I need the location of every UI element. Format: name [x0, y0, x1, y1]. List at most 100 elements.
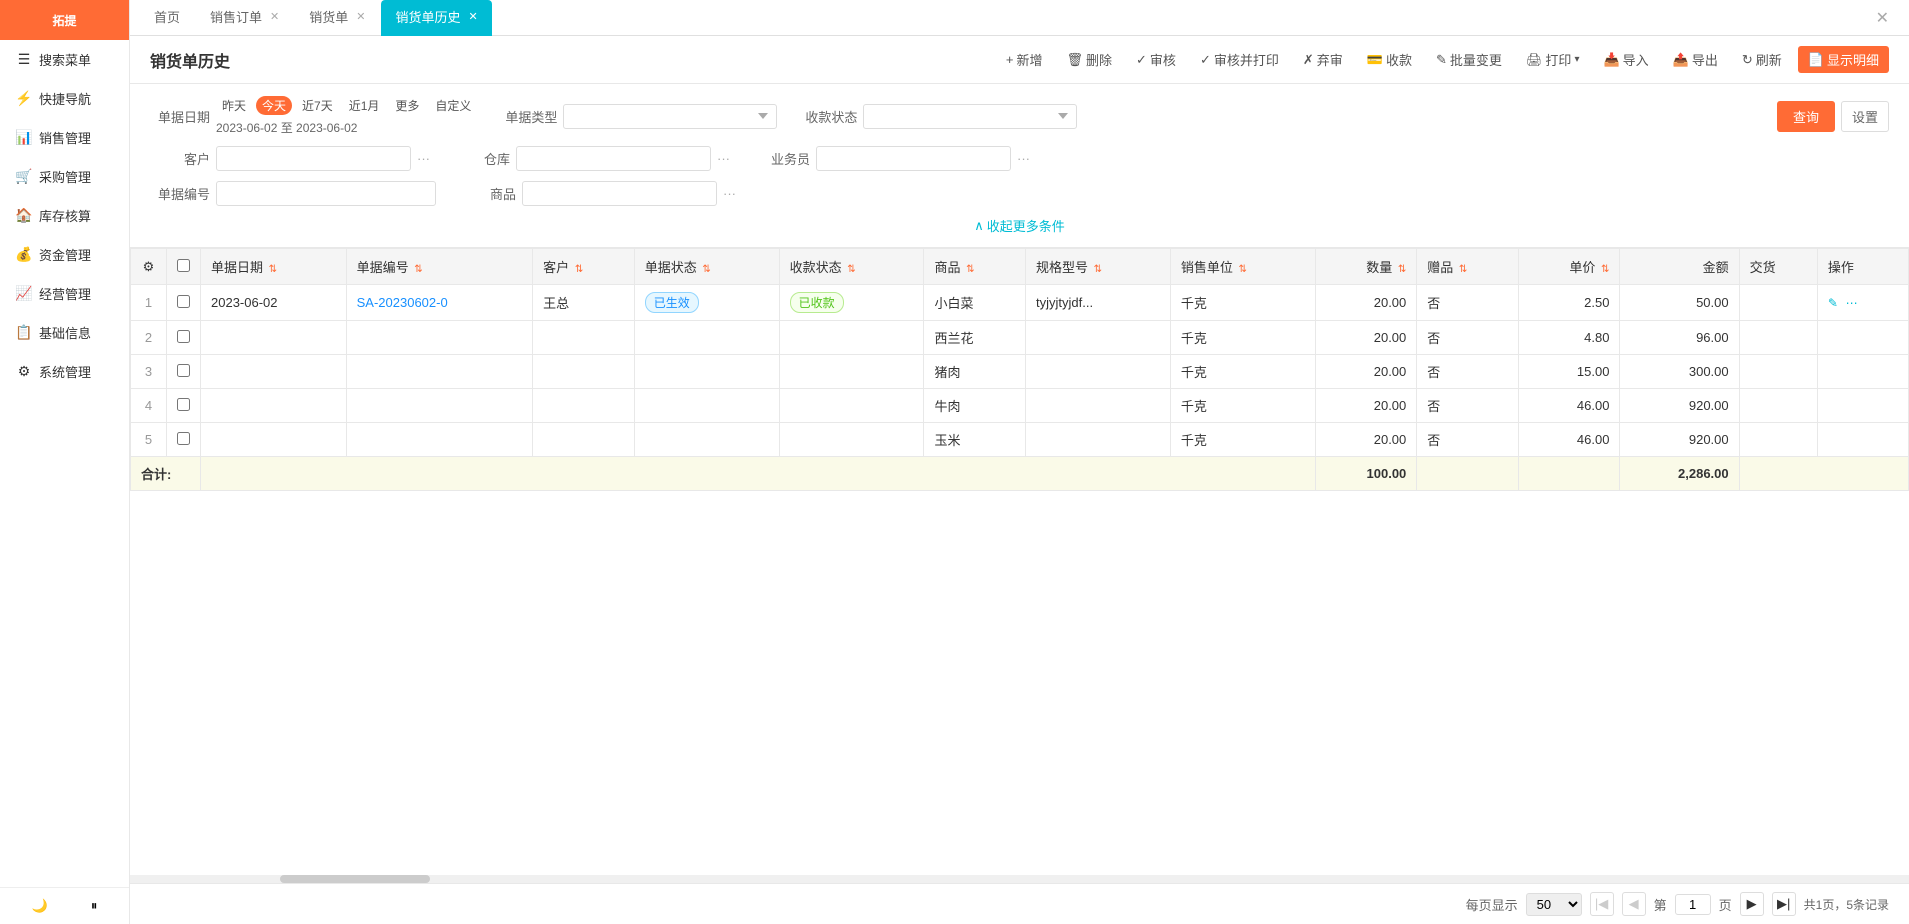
pause-icon[interactable]: ⏸	[91, 898, 98, 914]
sidebar-item-quick-nav[interactable]: ⚡ 快捷导航	[0, 79, 129, 118]
th-doc-status[interactable]: 单据状态 ⇅	[634, 249, 779, 285]
per-page-select[interactable]: 50 100 200	[1526, 893, 1582, 916]
horizontal-scrollbar[interactable]	[130, 875, 1909, 883]
tab-close-sales-history[interactable]: ✕	[469, 10, 478, 23]
th-spec[interactable]: 规格型号 ⇅	[1026, 249, 1171, 285]
shortcut-today[interactable]: 今天	[256, 96, 292, 115]
select-all-checkbox[interactable]	[177, 259, 190, 272]
cell-checkbox-2[interactable]	[167, 321, 201, 355]
import-button[interactable]: 📥 导入	[1595, 46, 1656, 73]
warehouse-dots[interactable]: ···	[717, 151, 730, 166]
cell-checkbox-4[interactable]	[167, 389, 201, 423]
th-doc-date[interactable]: 单据日期 ⇅	[201, 249, 347, 285]
cell-doc-status-2	[634, 321, 779, 355]
staff-input[interactable]	[816, 146, 1011, 171]
next-page-button[interactable]: ▶	[1740, 892, 1764, 916]
tab-sales-delivery[interactable]: 销货单 ✕	[295, 0, 379, 36]
tab-sales-order[interactable]: 销售订单 ✕	[196, 0, 293, 36]
doc-no-input[interactable]	[216, 181, 436, 206]
date-filter-label: 单据日期	[150, 107, 210, 126]
last-page-button[interactable]: ▶|	[1772, 892, 1796, 916]
warehouse-input[interactable]	[516, 146, 711, 171]
th-doc-no[interactable]: 单据编号 ⇅	[346, 249, 533, 285]
th-amount[interactable]: 金额	[1620, 249, 1739, 285]
customer-dots[interactable]: ···	[417, 151, 430, 166]
sidebar-item-inventory[interactable]: 🏠 库存核算	[0, 196, 129, 235]
shortcut-last1month[interactable]: 近1月	[343, 96, 386, 115]
abandon-button[interactable]: ✗ 弃审	[1295, 46, 1351, 73]
audit-button[interactable]: ✓ 审核	[1128, 46, 1184, 73]
add-button[interactable]: + 新增	[998, 46, 1051, 73]
query-button[interactable]: 查询	[1777, 101, 1835, 132]
payment-status-select[interactable]	[863, 104, 1077, 129]
page-input[interactable]	[1675, 894, 1711, 915]
collapse-button[interactable]: ∧ 收起更多条件	[150, 216, 1889, 235]
cell-checkbox-3[interactable]	[167, 355, 201, 389]
audit-print-button[interactable]: ✓ 审核并打印	[1192, 46, 1287, 73]
staff-label: 业务员	[750, 149, 810, 168]
sidebar-item-sales-mgmt[interactable]: 📊 销售管理	[0, 118, 129, 157]
tab-sales-history[interactable]: 销货单历史 ✕	[381, 0, 491, 36]
cell-quantity-2: 20.00	[1315, 321, 1417, 355]
cell-doc-status-1: 已生效	[634, 285, 779, 321]
sidebar-item-search-menu[interactable]: ☰ 搜索菜单	[0, 40, 129, 79]
cell-checkbox-5[interactable]	[167, 423, 201, 457]
summary-total-amount: 2,286.00	[1620, 457, 1739, 491]
sidebar-item-operations[interactable]: 📈 经营管理	[0, 274, 129, 313]
th-goods[interactable]: 商品 ⇅	[924, 249, 1026, 285]
th-unit[interactable]: 销售单位 ⇅	[1170, 249, 1315, 285]
cell-row-num-5: 5	[131, 423, 167, 457]
row-checkbox-5[interactable]	[177, 432, 190, 445]
goods-dots[interactable]: ···	[723, 186, 736, 201]
shortcut-last7days[interactable]: 近7天	[296, 96, 339, 115]
th-quantity[interactable]: 数量 ⇅	[1315, 249, 1417, 285]
tab-home[interactable]: 首页	[140, 0, 194, 36]
goods-input[interactable]	[522, 181, 717, 206]
edit-btn-1[interactable]: ✎	[1828, 296, 1838, 310]
sidebar-item-basic-info[interactable]: 📋 基础信息	[0, 313, 129, 352]
scrollbar-thumb[interactable]	[280, 875, 430, 883]
row-checkbox-1[interactable]	[177, 295, 190, 308]
cell-row-num-2: 2	[131, 321, 167, 355]
customer-input[interactable]	[216, 146, 411, 171]
export-button[interactable]: 📤 导出	[1665, 46, 1726, 73]
row-checkbox-3[interactable]	[177, 364, 190, 377]
th-checkbox[interactable]	[167, 249, 201, 285]
collect-button[interactable]: 💳 收款	[1359, 46, 1420, 73]
first-page-button[interactable]: |◀	[1590, 892, 1614, 916]
staff-dots[interactable]: ···	[1017, 151, 1030, 166]
th-payment-status[interactable]: 收款状态 ⇅	[779, 249, 924, 285]
theme-icon[interactable]: 🌙	[32, 898, 48, 914]
th-gift[interactable]: 赠品 ⇅	[1417, 249, 1519, 285]
summary-empty	[201, 457, 1316, 491]
sidebar-item-finance[interactable]: 💰 资金管理	[0, 235, 129, 274]
more-btn-1[interactable]: ⋯	[1846, 296, 1858, 310]
summary-empty-2	[1417, 457, 1519, 491]
shortcut-more[interactable]: 更多	[389, 96, 425, 115]
delete-button[interactable]: 🗑 删除	[1058, 46, 1120, 73]
batch-change-icon: ✎	[1436, 52, 1447, 68]
cell-customer-4	[533, 389, 635, 423]
sidebar-item-purchase-mgmt[interactable]: 🛒 采购管理	[0, 157, 129, 196]
batch-change-button[interactable]: ✎ 批量变更	[1428, 46, 1510, 73]
settings-button[interactable]: 设置	[1841, 101, 1889, 132]
tab-close-sales-order[interactable]: ✕	[270, 10, 279, 23]
doc-type-select[interactable]	[563, 104, 777, 129]
refresh-button[interactable]: ↻ 刷新	[1734, 46, 1790, 73]
show-detail-button[interactable]: 📄 显示明细	[1798, 46, 1889, 73]
cell-checkbox-1[interactable]	[167, 285, 201, 321]
row-checkbox-4[interactable]	[177, 398, 190, 411]
prev-page-button[interactable]: ◀	[1622, 892, 1646, 916]
print-button[interactable]: 🖨 打印 ▾	[1518, 46, 1588, 73]
tab-close-sales-delivery[interactable]: ✕	[356, 10, 365, 23]
th-settings[interactable]: ⚙	[131, 249, 167, 285]
row-checkbox-2[interactable]	[177, 330, 190, 343]
sidebar-item-system[interactable]: ⚙ 系统管理	[0, 352, 129, 391]
th-customer[interactable]: 客户 ⇅	[533, 249, 635, 285]
window-close-icon[interactable]: ✕	[1866, 8, 1899, 28]
shortcut-custom[interactable]: 自定义	[429, 96, 477, 115]
th-unit-price[interactable]: 单价 ⇅	[1518, 249, 1620, 285]
sidebar-item-label: 快捷导航	[39, 89, 91, 108]
doc-no-link-1[interactable]: SA-20230602-0	[357, 295, 448, 310]
shortcut-yesterday[interactable]: 昨天	[216, 96, 252, 115]
